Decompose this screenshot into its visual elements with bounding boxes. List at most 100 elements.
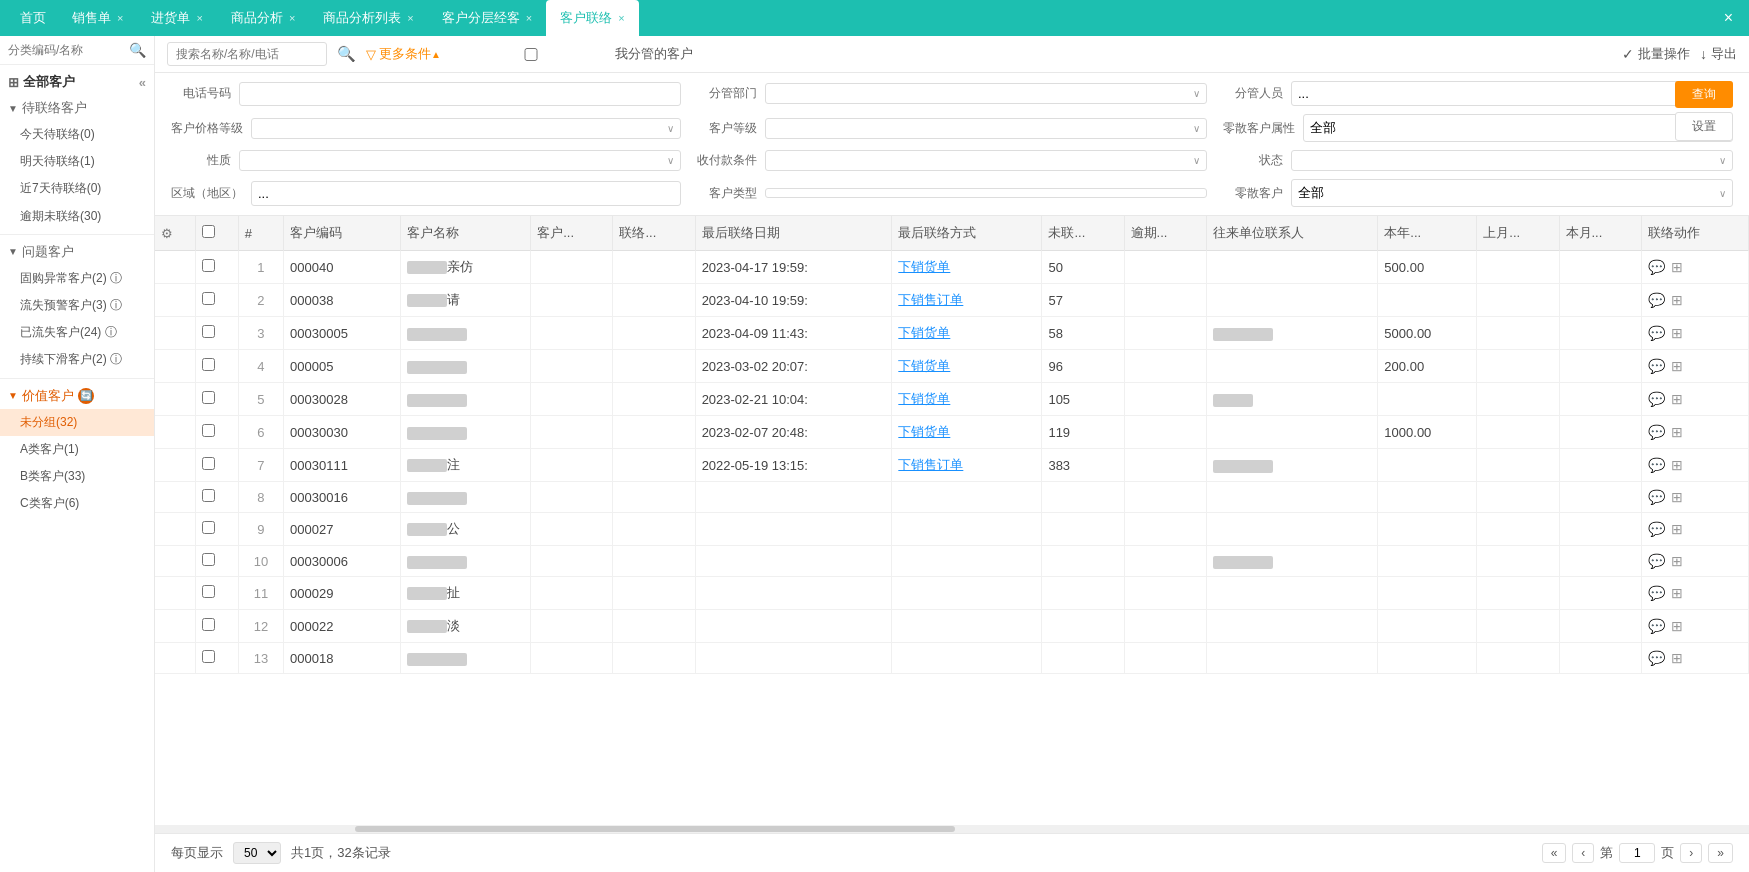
close-tab-customer-contact[interactable]: × <box>618 12 624 24</box>
last-page-btn[interactable]: » <box>1708 843 1733 863</box>
td-checkbox[interactable] <box>195 546 238 577</box>
export-btn[interactable]: ↓ 导出 <box>1700 45 1737 63</box>
nav-tab-customer-contact[interactable]: 客户联络 × <box>546 0 638 36</box>
td-checkbox[interactable] <box>195 284 238 317</box>
row-checkbox-0[interactable] <box>202 259 215 272</box>
next-page-btn[interactable]: › <box>1680 843 1702 863</box>
first-page-btn[interactable]: « <box>1542 843 1567 863</box>
sidebar-group-problem-customers[interactable]: ▼ 问题客户 <box>0 239 154 265</box>
chat-icon[interactable]: 💬 <box>1648 489 1665 505</box>
sidebar-item-b-class[interactable]: B类客户(33) <box>0 463 154 490</box>
sidebar-item-tomorrow[interactable]: 明天待联络(1) <box>0 148 154 175</box>
row-checkbox-8[interactable] <box>202 521 215 534</box>
department-select[interactable]: ∨ <box>765 83 1207 104</box>
row-checkbox-6[interactable] <box>202 457 215 470</box>
chat-icon[interactable]: 💬 <box>1648 292 1665 308</box>
retail-customer-select[interactable]: 全部 ∨ <box>1291 179 1733 207</box>
grid-action-icon[interactable]: ⊞ <box>1671 292 1683 308</box>
customer-level-select[interactable]: ∨ <box>765 118 1207 139</box>
sidebar-item-7days[interactable]: 近7天待联络(0) <box>0 175 154 202</box>
chat-icon[interactable]: 💬 <box>1648 391 1665 407</box>
gender-select[interactable]: ∨ <box>239 150 681 171</box>
prev-page-btn[interactable]: ‹ <box>1572 843 1594 863</box>
chat-icon[interactable]: 💬 <box>1648 553 1665 569</box>
last-method-link[interactable]: 下销货单 <box>898 325 950 340</box>
grid-action-icon[interactable]: ⊞ <box>1671 457 1683 473</box>
grid-action-icon[interactable]: ⊞ <box>1671 585 1683 601</box>
chat-icon[interactable]: 💬 <box>1648 457 1665 473</box>
chat-icon[interactable]: 💬 <box>1648 259 1665 275</box>
nav-tab-product-analysis[interactable]: 商品分析 × <box>217 0 309 36</box>
sidebar-item-a-class[interactable]: A类客户(1) <box>0 436 154 463</box>
td-checkbox[interactable] <box>195 577 238 610</box>
last-method-link[interactable]: 下销货单 <box>898 358 950 373</box>
nav-tab-purchase[interactable]: 进货单 × <box>137 0 216 36</box>
sidebar-item-declining[interactable]: 持续下滑客户(2) ⓘ <box>0 346 154 373</box>
last-method-link[interactable]: 下销售订单 <box>898 457 963 472</box>
my-customers-check[interactable] <box>451 48 611 61</box>
nav-home[interactable]: 首页 <box>8 0 58 36</box>
th-settings[interactable]: ⚙ <box>155 216 195 251</box>
td-checkbox[interactable] <box>195 350 238 383</box>
row-checkbox-11[interactable] <box>202 618 215 631</box>
status-select[interactable]: ∨ <box>1291 150 1733 171</box>
close-tab-product-analysis-list[interactable]: × <box>407 12 413 24</box>
horizontal-scrollbar[interactable] <box>155 825 1749 833</box>
more-conditions-btn[interactable]: ▽ 更多条件 ▲ <box>366 45 441 63</box>
sidebar-search-icon[interactable]: 🔍 <box>129 42 146 58</box>
grid-action-icon[interactable]: ⊞ <box>1671 650 1683 666</box>
my-customers-checkbox[interactable]: 我分管的客户 <box>451 45 693 63</box>
all-customers-header[interactable]: ⊞ 全部客户 « <box>0 65 154 95</box>
manager-select[interactable]: ... <box>1291 81 1733 106</box>
row-checkbox-5[interactable] <box>202 424 215 437</box>
td-checkbox[interactable] <box>195 482 238 513</box>
payment-terms-select[interactable]: ∨ <box>765 150 1207 171</box>
gear-icon[interactable]: ⚙ <box>161 226 173 241</box>
grid-action-icon[interactable]: ⊞ <box>1671 553 1683 569</box>
scrollbar-thumb[interactable] <box>355 826 955 832</box>
nav-tab-customer-segment[interactable]: 客户分层经客 × <box>428 0 546 36</box>
grid-action-icon[interactable]: ⊞ <box>1671 489 1683 505</box>
close-tab-purchase[interactable]: × <box>196 12 202 24</box>
price-level-select[interactable]: ∨ <box>251 118 681 139</box>
chat-icon[interactable]: 💬 <box>1648 424 1665 440</box>
search-button[interactable]: 🔍 <box>337 45 356 63</box>
sidebar-collapse-icon[interactable]: « <box>139 75 146 90</box>
td-checkbox[interactable] <box>195 643 238 674</box>
nav-tab-product-analysis-list[interactable]: 商品分析列表 × <box>309 0 427 36</box>
search-input[interactable] <box>167 42 327 66</box>
td-checkbox[interactable] <box>195 416 238 449</box>
chat-icon[interactable]: 💬 <box>1648 521 1665 537</box>
close-tab-customer-segment[interactable]: × <box>526 12 532 24</box>
chat-icon[interactable]: 💬 <box>1648 650 1665 666</box>
row-checkbox-4[interactable] <box>202 391 215 404</box>
grid-action-icon[interactable]: ⊞ <box>1671 618 1683 634</box>
chat-icon[interactable]: 💬 <box>1648 325 1665 341</box>
batch-ops-btn[interactable]: ✓ 批量操作 <box>1622 45 1690 63</box>
sidebar-group-pending-contact[interactable]: ▼ 待联络客户 <box>0 95 154 121</box>
sidebar-item-abnormal-purchase[interactable]: 固购异常客户(2) ⓘ <box>0 265 154 292</box>
row-checkbox-10[interactable] <box>202 585 215 598</box>
sidebar-group-value-customers[interactable]: ▼ 价值客户 🔄 <box>0 383 154 409</box>
th-checkbox[interactable] <box>195 216 238 251</box>
page-input[interactable] <box>1619 843 1655 863</box>
row-checkbox-2[interactable] <box>202 325 215 338</box>
retail-attr-select[interactable]: 全部 ∨ <box>1303 114 1733 142</box>
last-method-link[interactable]: 下销售订单 <box>898 292 963 307</box>
sidebar-item-churn-risk[interactable]: 流失预警客户(3) ⓘ <box>0 292 154 319</box>
close-tab-product-analysis[interactable]: × <box>289 12 295 24</box>
chat-icon[interactable]: 💬 <box>1648 585 1665 601</box>
td-checkbox[interactable] <box>195 317 238 350</box>
grid-action-icon[interactable]: ⊞ <box>1671 259 1683 275</box>
row-checkbox-3[interactable] <box>202 358 215 371</box>
phone-input[interactable] <box>239 82 681 106</box>
reset-button[interactable]: 设置 <box>1675 112 1733 141</box>
region-select[interactable]: ... <box>251 181 681 206</box>
td-checkbox[interactable] <box>195 251 238 284</box>
grid-action-icon[interactable]: ⊞ <box>1671 325 1683 341</box>
sidebar-item-c-class[interactable]: C类客户(6) <box>0 490 154 517</box>
chat-icon[interactable]: 💬 <box>1648 618 1665 634</box>
grid-action-icon[interactable]: ⊞ <box>1671 358 1683 374</box>
per-page-select[interactable]: 50 <box>233 842 281 864</box>
customer-type-select[interactable] <box>765 188 1207 198</box>
